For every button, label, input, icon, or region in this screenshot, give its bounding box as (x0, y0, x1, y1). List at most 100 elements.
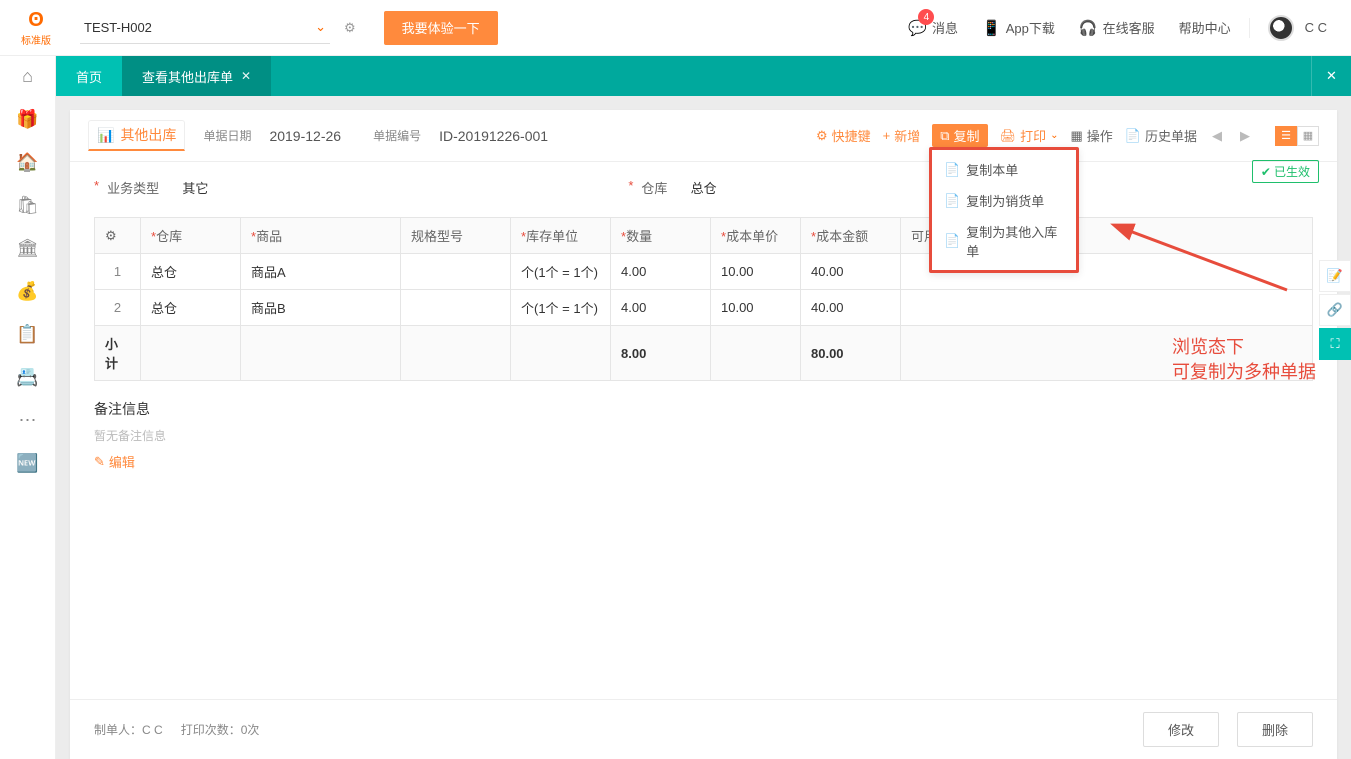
tab-view-doc[interactable]: 查看其他出库单 ✕ (122, 56, 271, 96)
clipboard-icon[interactable]: 📋 (16, 324, 38, 345)
chevron-down-icon: ⌄ (315, 19, 326, 35)
edit-remark-button[interactable]: ✎ 编辑 (94, 452, 1313, 471)
plus-icon: + (883, 128, 891, 143)
warehouse-label: 仓库 (641, 178, 667, 197)
separator (1249, 18, 1250, 38)
warehouse-icon[interactable]: 🏛 (16, 238, 39, 259)
view-grid-button[interactable]: ▦ (1297, 126, 1319, 146)
online-service-label: 在线客服 (1103, 18, 1155, 37)
cell-spec (401, 290, 511, 326)
gear-column[interactable]: ⚙ (95, 218, 141, 254)
subtotal-qty: 8.00 (611, 326, 711, 381)
app-download-link[interactable]: 📱 App下载 (982, 18, 1055, 37)
creator-info: 制单人：C C (94, 721, 163, 738)
doc-icon: 📄 (944, 162, 960, 178)
copy-icon: ⧉ (940, 128, 949, 144)
status-text: 已生效 (1274, 163, 1310, 180)
doc-date-value: 2019-12-26 (269, 128, 341, 144)
row-index: 2 (95, 290, 141, 326)
copy-self-item[interactable]: 📄复制本单 (932, 154, 1076, 185)
remark-section: 备注信息 暂无备注信息 ✎ 编辑 (94, 399, 1313, 471)
cell-product: 商品A (241, 254, 401, 290)
gift-icon[interactable]: 🎁 (16, 109, 38, 130)
cell-cost-price: 10.00 (711, 254, 801, 290)
copy-button[interactable]: ⧉复制 (932, 124, 987, 147)
app-download-label: App下载 (1006, 18, 1055, 37)
logo-subtext: 标准版 (21, 32, 51, 47)
print-icon: 🖨 (1000, 128, 1017, 144)
remark-title: 备注信息 (94, 399, 1313, 419)
doc-icon: 📊 (97, 127, 114, 144)
table-row[interactable]: 1 总仓 商品A 个(1个 = 1个) 4.00 10.00 40.00 (95, 254, 1313, 290)
chevron-down-icon: ⌄ (1050, 130, 1058, 141)
doc-type-tab[interactable]: 📊 其他出库 (88, 120, 185, 151)
left-nav-rail: ⌂ 🎁 🏠 🛍 🏛 💰 📋 📇 ⋯ 🆕 (0, 56, 56, 759)
contact-icon[interactable]: 📇 (16, 367, 38, 388)
headset-icon: 🎧 (1079, 19, 1098, 37)
try-button[interactable]: 我要体验一下 (384, 11, 498, 45)
cell-spec (401, 254, 511, 290)
note-tool-button[interactable]: 📝 (1319, 260, 1351, 292)
bag-icon[interactable]: 🛍 (16, 195, 39, 216)
cell-cost-amount: 40.00 (801, 254, 901, 290)
doc-no-value: ID-20191226-001 (439, 128, 548, 144)
close-all-tabs[interactable]: ✕ (1311, 56, 1351, 96)
form-row: * 业务类型 其它 * 仓库 总仓 (94, 178, 1313, 197)
online-service-link[interactable]: 🎧 在线客服 (1079, 18, 1155, 37)
cell-warehouse: 总仓 (141, 290, 241, 326)
link-tool-button[interactable]: 🔗 (1319, 294, 1351, 326)
tab-home-label: 首页 (76, 67, 102, 86)
close-icon[interactable]: ✕ (241, 69, 251, 83)
modify-button[interactable]: 修改 (1143, 712, 1219, 747)
next-doc-button[interactable]: ▶ (1237, 128, 1253, 144)
document-card: 📊 其他出库 单据日期 2019-12-26 单据编号 ID-20191226-… (70, 110, 1337, 759)
logo-icon: ʘ (28, 9, 44, 32)
cell-qty: 4.00 (611, 254, 711, 290)
store-selector[interactable]: TEST-H002 ⌄ (80, 12, 330, 44)
new-icon[interactable]: 🆕 (16, 453, 38, 474)
card-footer: 制单人：C C 打印次数：0次 修改 删除 (70, 699, 1337, 759)
copy-to-sale-item[interactable]: 📄复制为销货单 (932, 185, 1076, 216)
user-menu[interactable]: C C (1268, 15, 1327, 41)
biz-type-label: 业务类型 (107, 178, 159, 197)
view-toggle: ☰ ▦ (1275, 126, 1319, 146)
help-center-link[interactable]: 帮助中心 (1179, 18, 1231, 37)
history-button[interactable]: 📄历史单据 (1125, 126, 1197, 145)
house-icon[interactable]: 🏠 (16, 152, 38, 173)
home-icon[interactable]: ⌂ (22, 66, 33, 87)
remark-empty: 暂无备注信息 (94, 427, 1313, 444)
subtotal-row: 小计 8.00 80.00 (95, 326, 1313, 381)
shortcut-button[interactable]: ⚙快捷键 (816, 126, 871, 145)
doc-icon: 📄 (944, 233, 960, 249)
copy-to-other-in-item[interactable]: 📄复制为其他入库单 (932, 216, 1076, 266)
print-button[interactable]: 🖨打印⌄ (1000, 126, 1059, 145)
subtotal-label: 小计 (95, 326, 141, 381)
money-icon[interactable]: 💰 (16, 281, 38, 302)
table-row[interactable]: 2 总仓 商品B 个(1个 = 1个) 4.00 10.00 40.00 (95, 290, 1313, 326)
row-index: 1 (95, 254, 141, 290)
cell-unit: 个(1个 = 1个) (511, 290, 611, 326)
history-icon: 📄 (1125, 128, 1141, 144)
avatar (1268, 15, 1294, 41)
cell-product: 商品B (241, 290, 401, 326)
expand-tool-button[interactable]: ⛶ (1319, 328, 1351, 360)
cell-cost-price: 10.00 (711, 290, 801, 326)
prev-doc-button[interactable]: ◀ (1209, 128, 1225, 144)
doc-date-label: 单据日期 (203, 127, 251, 144)
doc-type-label: 其他出库 (120, 125, 176, 145)
add-button[interactable]: +新增 (883, 126, 921, 145)
messages-link[interactable]: 💬 消息 4 (908, 18, 958, 37)
tab-home[interactable]: 首页 (56, 56, 122, 96)
top-header: ʘ 标准版 TEST-H002 ⌄ ⚙ 我要体验一下 💬 消息 4 📱 App下… (0, 0, 1351, 56)
subtotal-amount: 80.00 (801, 326, 901, 381)
more-icon[interactable]: ⋯ (19, 410, 37, 431)
view-list-button[interactable]: ☰ (1275, 126, 1297, 146)
edit-icon: ✎ (94, 454, 105, 470)
operate-button[interactable]: ▦操作 (1070, 126, 1112, 145)
delete-button[interactable]: 删除 (1237, 712, 1313, 747)
user-name: C C (1305, 20, 1327, 35)
gear-icon: ⚙ (816, 128, 828, 144)
gear-icon[interactable]: ⚙ (344, 20, 356, 36)
messages-label: 消息 (932, 18, 958, 37)
doc-icon: 📄 (944, 193, 960, 209)
